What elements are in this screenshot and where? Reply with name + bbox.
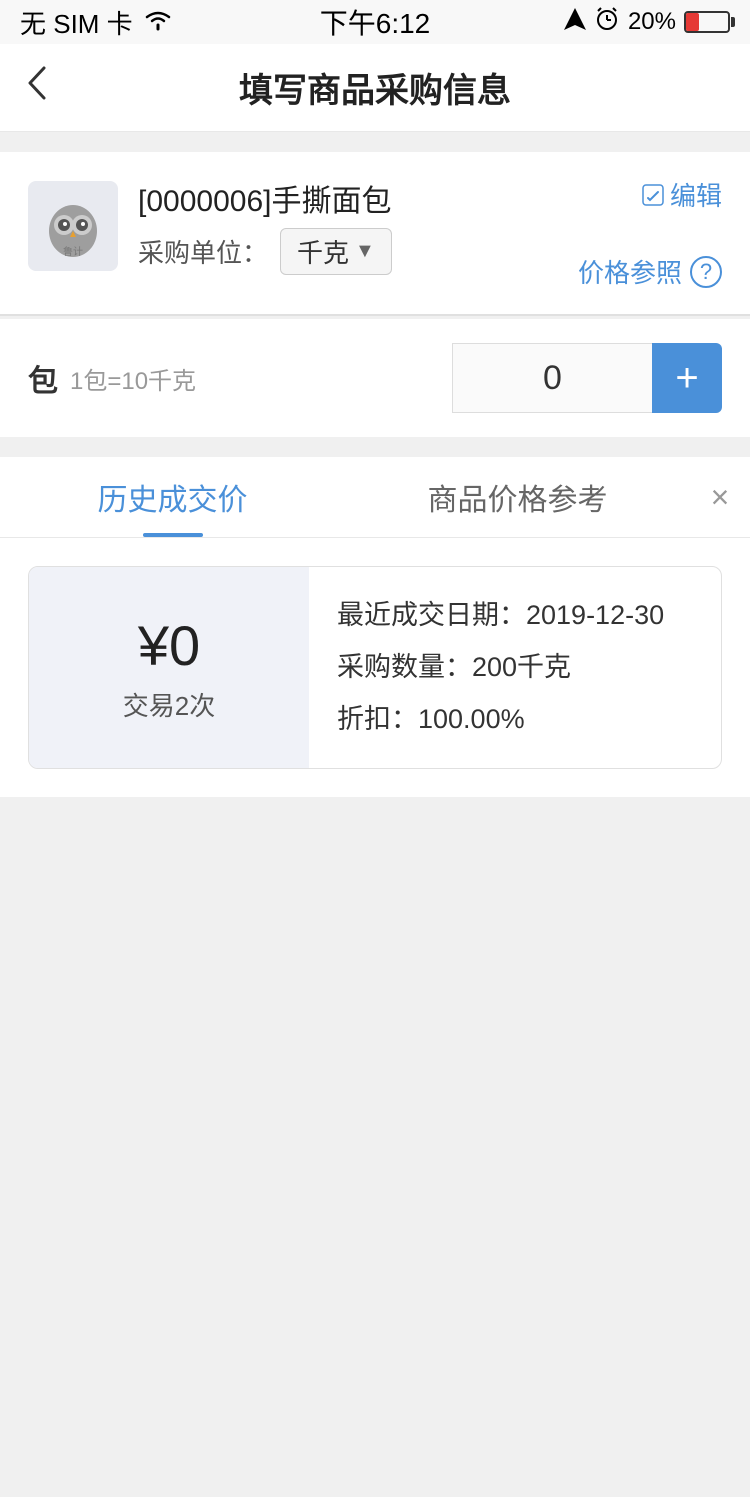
- product-name: [0000006]手撕面包: [138, 176, 392, 220]
- product-logo: 鲁计: [38, 191, 108, 261]
- main-content: [0, 797, 750, 1497]
- price-ref-info-icon[interactable]: ?: [690, 256, 722, 288]
- tab-price-ref[interactable]: 商品价格参考: [345, 457, 690, 537]
- product-header: 鲁计 [0000006]手撕面包 采购单位： 千克 ▼: [28, 176, 722, 290]
- tab-history-price[interactable]: 历史成交价: [0, 457, 345, 537]
- price-amount: ¥0: [138, 613, 200, 678]
- price-detail-discount: 折扣：100.00%: [337, 701, 693, 739]
- unit-label: 采购单位：: [138, 233, 268, 270]
- price-ref-row: 价格参照 ?: [578, 253, 722, 290]
- alarm-icon: [594, 6, 620, 39]
- divider: [0, 314, 750, 316]
- qty-plus-button[interactable]: +: [652, 343, 722, 413]
- quantity-row: 包 1包=10千克 +: [0, 318, 750, 437]
- unit-selector-arrow: ▼: [355, 240, 375, 263]
- price-card-container: ¥0 交易2次 最近成交日期：2019-12-30 采购数量：200千克 折扣：…: [0, 538, 750, 797]
- wifi-icon: [143, 7, 173, 38]
- svg-text:鲁计: 鲁计: [63, 245, 83, 258]
- status-left: 无 SIM 卡: [20, 4, 173, 41]
- nav-bar: 填写商品采购信息: [0, 44, 750, 132]
- unit-selector[interactable]: 千克 ▼: [280, 228, 392, 275]
- qty-input-area: +: [452, 343, 722, 413]
- tab-close-button[interactable]: ×: [690, 457, 750, 537]
- battery-icon: [684, 11, 730, 33]
- edit-label: 编辑: [670, 176, 722, 213]
- status-bar: 无 SIM 卡 下午6:12 20%: [0, 0, 750, 44]
- qty-unit-note: 1包=10千克: [70, 361, 196, 396]
- qty-label: 包 1包=10千克: [28, 356, 196, 400]
- location-icon: [564, 6, 586, 39]
- edit-button[interactable]: 编辑: [640, 176, 722, 213]
- battery-percentage: 20%: [628, 8, 676, 36]
- price-card: ¥0 交易2次 最近成交日期：2019-12-30 采购数量：200千克 折扣：…: [28, 566, 722, 769]
- price-card-right: 最近成交日期：2019-12-30 采购数量：200千克 折扣：100.00%: [309, 567, 721, 768]
- page-title: 填写商品采购信息: [239, 63, 511, 112]
- battery-fill: [686, 13, 699, 31]
- price-trades: 交易2次: [123, 686, 215, 723]
- price-card-left: ¥0 交易2次: [29, 567, 309, 768]
- product-card: 鲁计 [0000006]手撕面包 采购单位： 千克 ▼: [0, 152, 750, 314]
- back-button[interactable]: [24, 64, 48, 111]
- tabs-header: 历史成交价 商品价格参考 ×: [0, 457, 750, 538]
- unit-value: 千克: [297, 233, 349, 270]
- edit-icon: [640, 182, 666, 208]
- status-right: 20%: [564, 6, 730, 39]
- product-unit-row: 采购单位： 千克 ▼: [138, 228, 392, 275]
- product-info: [0000006]手撕面包 采购单位： 千克 ▼: [138, 176, 392, 275]
- price-detail-qty: 采购数量：200千克: [337, 649, 693, 687]
- price-detail-date: 最近成交日期：2019-12-30: [337, 597, 693, 635]
- price-currency: ¥: [138, 614, 169, 677]
- tabs-section: 历史成交价 商品价格参考 × ¥0 交易2次 最近成交日期：2019-12-30…: [0, 457, 750, 797]
- status-time: 下午6:12: [320, 2, 431, 42]
- price-ref-link[interactable]: 价格参照: [578, 253, 682, 290]
- product-actions: 编辑 价格参照 ?: [578, 176, 722, 290]
- price-value: 0: [169, 614, 200, 677]
- carrier-label: 无 SIM 卡: [20, 4, 133, 41]
- product-left: 鲁计 [0000006]手撕面包 采购单位： 千克 ▼: [28, 176, 392, 275]
- product-thumbnail: 鲁计: [28, 181, 118, 271]
- quantity-input[interactable]: [452, 343, 652, 413]
- qty-unit-badge: 包: [28, 356, 58, 400]
